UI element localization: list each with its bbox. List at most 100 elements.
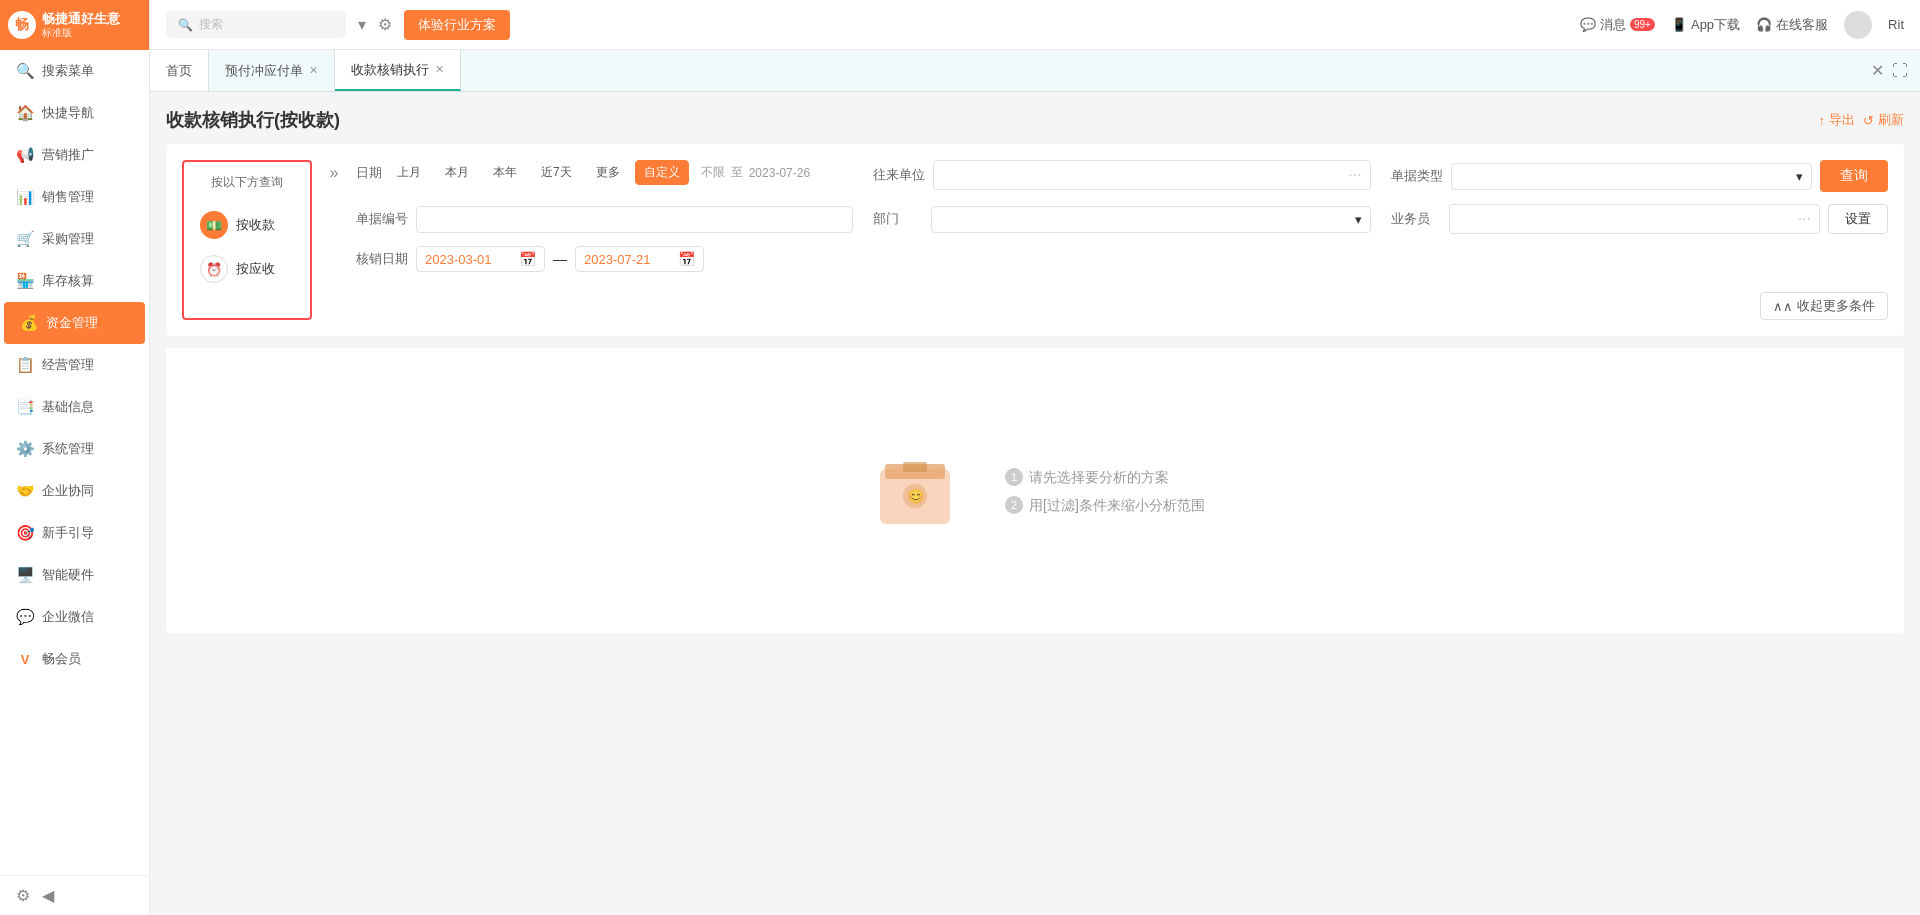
guide-icon: 🎯: [16, 524, 34, 542]
svg-rect-2: [903, 462, 927, 472]
sidebar-item-system[interactable]: ⚙️ 系统管理: [0, 428, 149, 470]
date-btn-this-year[interactable]: 本年: [484, 160, 526, 185]
verif-end-input[interactable]: [584, 252, 674, 267]
sidebar-item-inventory[interactable]: 🏪 库存核算: [0, 260, 149, 302]
filter-form-wrapper: 日期 上月 本月 本年 近7天 更多 自定义 不限 至 2023-07-26: [356, 160, 1888, 320]
enterprise-icon: 🤝: [16, 482, 34, 500]
verif-date-label: 核销日期: [356, 250, 408, 268]
close-window-icon[interactable]: ✕: [1871, 61, 1884, 80]
tip-1: 1 请先选择要分析的方案: [1005, 463, 1205, 491]
verif-end-calendar-icon[interactable]: 📅: [678, 251, 695, 267]
business-select[interactable]: ···: [1449, 204, 1820, 234]
hardware-icon: 🖥️: [16, 566, 34, 584]
collapse-more-row: ∧∧ 收起更多条件: [356, 292, 1888, 320]
sidebar-item-guide[interactable]: 🎯 新手引导: [0, 512, 149, 554]
sidebar-item-label: 新手引导: [42, 524, 94, 542]
tab-prepay-offset[interactable]: 预付冲应付单 ✕: [209, 50, 335, 91]
sidebar-item-finance[interactable]: 💰 资金管理: [4, 302, 145, 344]
gear-icon[interactable]: ⚙: [378, 15, 392, 34]
receipt-option-label: 按收款: [236, 216, 275, 234]
docnumber-input[interactable]: [416, 206, 853, 233]
counterpart-dots[interactable]: ···: [1348, 166, 1361, 184]
refresh-label: 刷新: [1878, 111, 1904, 129]
filter-collapse-button[interactable]: »: [324, 160, 344, 320]
search-placeholder: 搜索: [199, 16, 223, 33]
prepay-tab-close[interactable]: ✕: [309, 64, 318, 77]
date-btn-more[interactable]: 更多: [587, 160, 629, 185]
refresh-button[interactable]: ↺ 刷新: [1863, 111, 1904, 129]
sidebar-brand: 畅捷通好生意 标准版: [42, 11, 120, 39]
settings-footer-icon[interactable]: ⚙: [16, 886, 30, 905]
sidebar-item-label: 经营管理: [42, 356, 94, 374]
prepay-tab-label: 预付冲应付单: [225, 62, 303, 80]
dept-select[interactable]: ▾: [931, 206, 1370, 233]
sidebar-item-sales[interactable]: 📊 销售管理: [0, 176, 149, 218]
tab-receipt-offset[interactable]: 收款核销执行 ✕: [335, 50, 461, 91]
topbar: 🔍 搜索 ▾ ⚙ 体验行业方案 💬 消息 99+ 📱 App下载 🎧 在线客服 …: [150, 0, 1920, 50]
export-button[interactable]: ↑ 导出: [1819, 111, 1856, 129]
tabbar: 首页 预付冲应付单 ✕ 收款核销执行 ✕ ✕ ⛶: [150, 50, 1920, 92]
industry-button[interactable]: 体验行业方案: [404, 10, 510, 40]
sidebar-item-enterprise[interactable]: 🤝 企业协同: [0, 470, 149, 512]
user-avatar[interactable]: [1844, 11, 1872, 39]
date-column: 日期 上月 本月 本年 近7天 更多 自定义 不限 至 2023-07-26: [356, 160, 853, 185]
user-name: Rit: [1888, 17, 1904, 32]
filter-panel: 按以下方查询 💵 按收款 ⏰ 按应收 »: [166, 144, 1904, 336]
sidebar-item-marketing[interactable]: 📢 营销推广: [0, 134, 149, 176]
tip-1-text: 请先选择要分析的方案: [1029, 463, 1169, 491]
filter-by-receipt[interactable]: 💵 按收款: [196, 203, 298, 247]
refresh-icon: ↺: [1863, 113, 1874, 128]
service-button[interactable]: 🎧 在线客服: [1756, 16, 1828, 34]
date-btn-this-month[interactable]: 本月: [436, 160, 478, 185]
receipt-tab-close[interactable]: ✕: [435, 63, 444, 76]
doctype-select[interactable]: ▾: [1451, 163, 1812, 190]
verif-start-calendar-icon[interactable]: 📅: [519, 251, 536, 267]
tip-1-num: 1: [1005, 468, 1023, 486]
collapse-more-button[interactable]: ∧∧ 收起更多条件: [1760, 292, 1888, 320]
sidebar-item-purchase[interactable]: 🛒 采购管理: [0, 218, 149, 260]
sidebar-item-wechat[interactable]: 💬 企业微信: [0, 596, 149, 638]
sidebar-item-label: 快捷导航: [42, 104, 94, 122]
date-btn-custom[interactable]: 自定义: [635, 160, 689, 185]
app-download-button[interactable]: 📱 App下载: [1671, 16, 1740, 34]
finance-icon: 💰: [20, 314, 38, 332]
app-icon: 📱: [1671, 17, 1687, 32]
business-dots[interactable]: ···: [1798, 210, 1811, 228]
sidebar-item-operations[interactable]: 📋 经营管理: [0, 344, 149, 386]
sidebar-item-label: 系统管理: [42, 440, 94, 458]
topbar-right: 💬 消息 99+ 📱 App下载 🎧 在线客服 Rit: [1580, 11, 1904, 39]
dropdown-icon[interactable]: ▾: [358, 15, 366, 34]
date-btn-7days[interactable]: 近7天: [532, 160, 581, 185]
sidebar-brand-main: 畅捷通好生意: [42, 11, 120, 27]
doctype-chevron: ▾: [1796, 169, 1803, 184]
sidebar-item-member[interactable]: V 畅会员: [0, 638, 149, 680]
sidebar-item-basic[interactable]: 📑 基础信息: [0, 386, 149, 428]
collapse-sidebar-icon[interactable]: ◀: [42, 886, 54, 905]
sidebar-item-search-menu[interactable]: 🔍 搜索菜单: [0, 50, 149, 92]
topbar-search[interactable]: 🔍 搜索: [166, 11, 346, 38]
receipt-tab-label: 收款核销执行: [351, 61, 429, 79]
verif-start-input[interactable]: [425, 252, 515, 267]
counterpart-select[interactable]: ···: [933, 160, 1370, 190]
sidebar-item-hardware[interactable]: 🖥️ 智能硬件: [0, 554, 149, 596]
date-unlimited-date: 2023-07-26: [749, 166, 810, 180]
collapse-more-icon: ∧∧: [1773, 299, 1793, 314]
sidebar-header: 畅 畅捷通好生意 标准版: [0, 0, 149, 50]
collapse-more-label: 收起更多条件: [1797, 297, 1875, 315]
maximize-window-icon[interactable]: ⛶: [1892, 62, 1908, 80]
settings-button[interactable]: 设置: [1828, 204, 1888, 234]
query-button[interactable]: 查询: [1820, 160, 1888, 192]
sidebar-item-quick-nav[interactable]: 🏠 快捷导航: [0, 92, 149, 134]
member-icon: V: [16, 652, 34, 667]
home-tab-label: 首页: [166, 62, 192, 80]
sidebar-item-label: 销售管理: [42, 188, 94, 206]
sidebar-logo: 畅: [8, 11, 36, 39]
sidebar-item-label: 搜索菜单: [42, 62, 94, 80]
message-button[interactable]: 💬 消息 99+: [1580, 16, 1655, 34]
receipt-option-icon: 💵: [200, 211, 228, 239]
date-btn-last-month[interactable]: 上月: [388, 160, 430, 185]
date-range-separator: —: [553, 251, 567, 267]
empty-box-svg: 😊: [865, 444, 965, 534]
tab-home[interactable]: 首页: [150, 50, 209, 91]
filter-by-receivable[interactable]: ⏰ 按应收: [196, 247, 298, 291]
